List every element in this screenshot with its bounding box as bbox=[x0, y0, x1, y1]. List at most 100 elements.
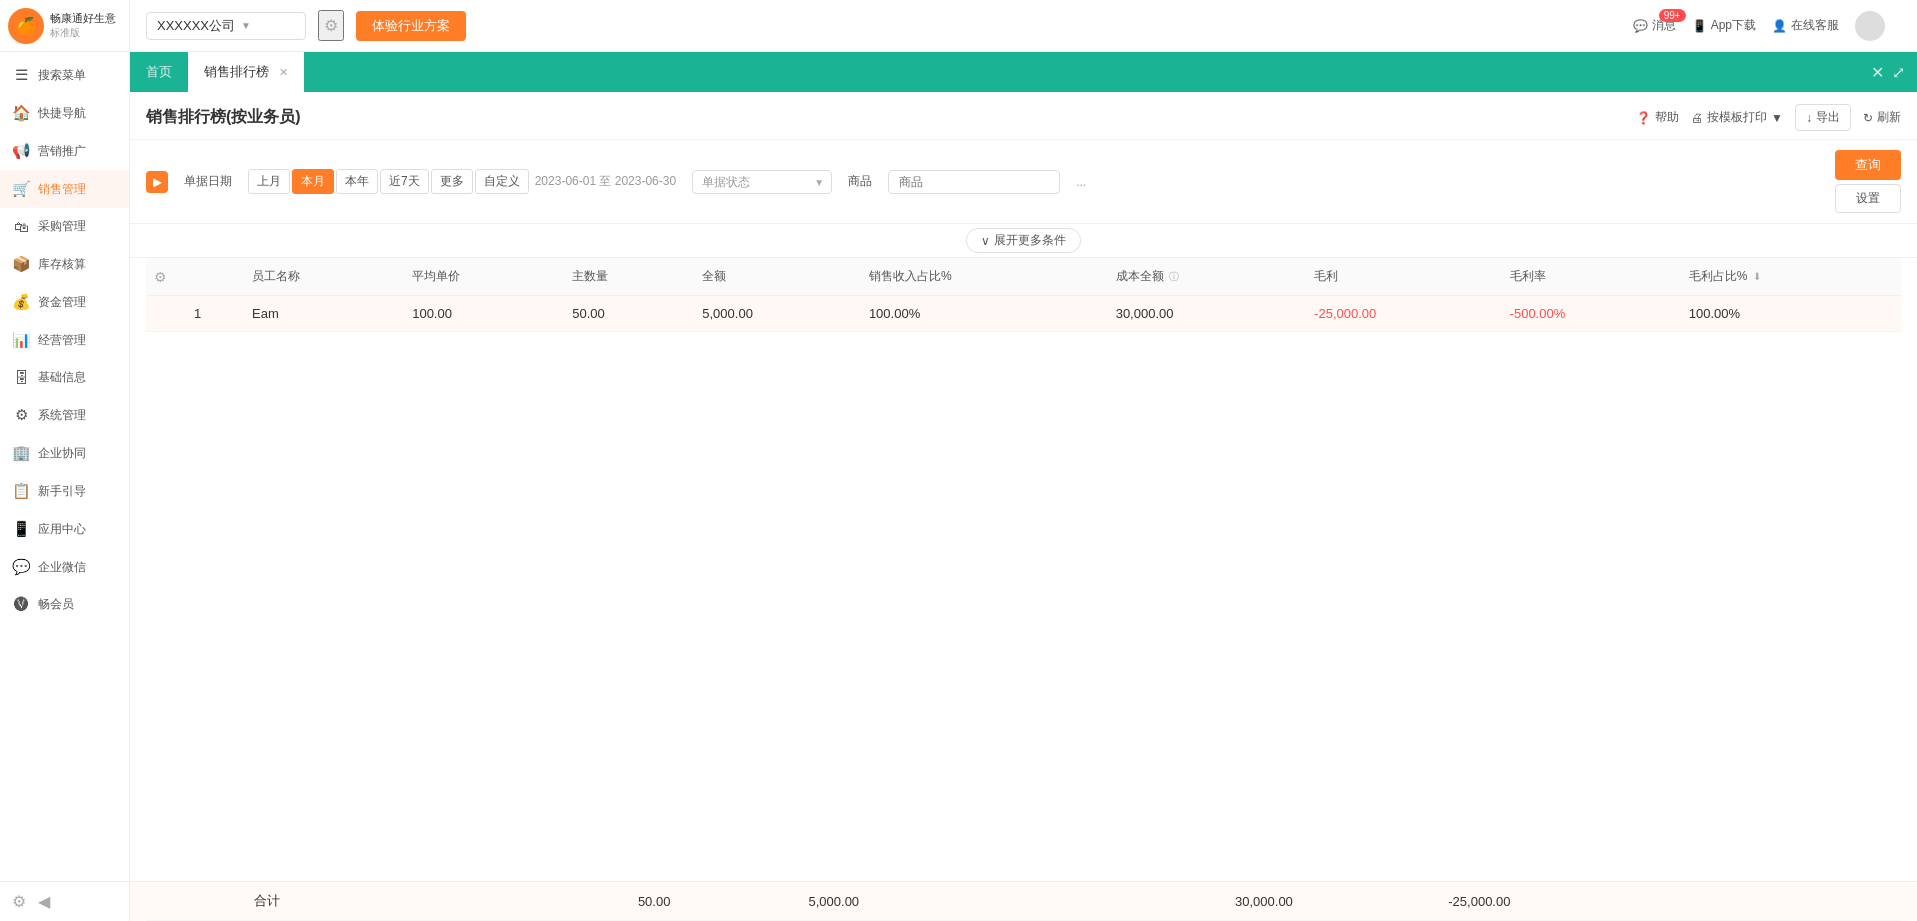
chevron-down-icon: ∨ bbox=[981, 234, 990, 248]
table-wrapper: ⚙ 员工名称 平均单价 主数量 全额 销售收入占比% 成本全额 ⓘ bbox=[130, 258, 1917, 881]
sidebar-bottom: ⚙ ◀ bbox=[0, 881, 129, 921]
home-icon: 🏠 bbox=[12, 104, 30, 122]
page-actions: ❓ 帮助 🖨 按模板打印 ▼ ↓ 导出 ↻ 刷新 bbox=[1636, 104, 1901, 131]
sidebar-item-basic-info[interactable]: 🗄 基础信息 bbox=[0, 359, 129, 396]
goods-input[interactable] bbox=[888, 170, 1060, 194]
expand-more-conditions-button[interactable]: ∨ 展开更多条件 bbox=[966, 228, 1081, 253]
sidebar-item-wechat[interactable]: 💬 企业微信 bbox=[0, 548, 129, 586]
td-settings bbox=[146, 296, 186, 332]
tab-close-icon[interactable]: ✕ bbox=[279, 66, 288, 79]
content-inner: 销售排行榜(按业务员) ❓ 帮助 🖨 按模板打印 ▼ ↓ 导出 bbox=[130, 92, 1917, 921]
column-settings-icon[interactable]: ⚙ bbox=[154, 269, 167, 285]
nav-tabs: 首页 销售排行榜 ✕ ✕ ⤢ bbox=[130, 52, 1917, 92]
th-sales-pct: 销售收入占比% bbox=[861, 258, 1108, 296]
sidebar-item-marketing[interactable]: 📢 营销推广 bbox=[0, 132, 129, 170]
nav-right-buttons: ✕ ⤢ bbox=[1871, 63, 1917, 82]
logo-text: 畅康通好生意 标准版 bbox=[50, 11, 116, 40]
message-button[interactable]: 💬 消息 99+ bbox=[1633, 17, 1676, 34]
main: XXXXXX公司 ▼ ⚙ 体验行业方案 💬 消息 99+ 📱 App下载 👤 在… bbox=[130, 0, 1917, 921]
profit-pct-info-icon: ⬇ bbox=[1753, 271, 1761, 282]
header-right: 💬 消息 99+ 📱 App下载 👤 在线客服 bbox=[1633, 11, 1901, 41]
sidebar-menu: ☰ 搜索菜单 🏠 快捷导航 📢 营销推广 🛒 销售管理 🛍 采购管理 📦 库存核… bbox=[0, 52, 129, 881]
app-download-icon: 📱 bbox=[1692, 19, 1707, 33]
footer-empty2 bbox=[186, 882, 246, 921]
date-btn-last-month[interactable]: 上月 bbox=[248, 169, 290, 194]
refresh-icon: ↻ bbox=[1863, 111, 1873, 125]
sidebar-collapse-icon[interactable]: ◀ bbox=[38, 892, 50, 911]
online-service-icon: 👤 bbox=[1772, 19, 1787, 33]
sidebar: 🍊 畅康通好生意 标准版 ☰ 搜索菜单 🏠 快捷导航 📢 营销推广 🛒 销售管理… bbox=[0, 0, 130, 921]
sidebar-item-member[interactable]: 🅥 畅会员 bbox=[0, 586, 129, 623]
sidebar-item-guide[interactable]: 📋 新手引导 bbox=[0, 472, 129, 510]
refresh-button[interactable]: ↻ 刷新 bbox=[1863, 109, 1901, 126]
system-icon: ⚙ bbox=[12, 406, 30, 424]
table-row: 1 Eam 100.00 50.00 5,000.00 100.00% 30,0… bbox=[146, 296, 1901, 332]
sidebar-item-purchase[interactable]: 🛍 采购管理 bbox=[0, 208, 129, 245]
help-icon: ❓ bbox=[1636, 111, 1651, 125]
header-settings-button[interactable]: ⚙ bbox=[318, 10, 344, 41]
app-download-button[interactable]: 📱 App下载 bbox=[1692, 17, 1756, 34]
sales-icon: 🛒 bbox=[12, 180, 30, 198]
sidebar-item-operations[interactable]: 📊 经营管理 bbox=[0, 321, 129, 359]
help-button[interactable]: ❓ 帮助 bbox=[1636, 109, 1679, 126]
sidebar-item-system[interactable]: ⚙ 系统管理 bbox=[0, 396, 129, 434]
th-total: 全额 bbox=[694, 258, 861, 296]
td-name: Eam bbox=[244, 296, 404, 332]
sidebar-item-app-center[interactable]: 📱 应用中心 bbox=[0, 510, 129, 548]
date-range-text: 2023-06-01 至 2023-06-30 bbox=[535, 173, 676, 190]
logo-icon: 🍊 bbox=[8, 8, 44, 44]
export-button[interactable]: ↓ 导出 bbox=[1795, 104, 1851, 131]
th-profit: 毛利 bbox=[1306, 258, 1502, 296]
purchase-icon: 🛍 bbox=[12, 218, 30, 235]
template-print-button[interactable]: 🖨 按模板打印 ▼ bbox=[1691, 109, 1783, 126]
td-total: 5,000.00 bbox=[694, 296, 861, 332]
finance-icon: 💰 bbox=[12, 293, 30, 311]
sidebar-item-sales[interactable]: 🛒 销售管理 bbox=[0, 170, 129, 208]
date-btn-more[interactable]: 更多 bbox=[431, 169, 473, 194]
enterprise-icon: 🏢 bbox=[12, 444, 30, 462]
th-settings[interactable]: ⚙ bbox=[146, 258, 186, 296]
th-profit-rate: 毛利率 bbox=[1502, 258, 1681, 296]
nav-close-button[interactable]: ✕ bbox=[1871, 63, 1884, 82]
tab-home[interactable]: 首页 bbox=[130, 52, 188, 92]
search-order-icon: ☰ bbox=[12, 66, 30, 84]
company-selector[interactable]: XXXXXX公司 ▼ bbox=[146, 12, 306, 40]
footer-cost: 30,000.00 bbox=[1227, 882, 1440, 921]
settings-row-button[interactable]: 设置 bbox=[1835, 184, 1901, 213]
cost-info-icon: ⓘ bbox=[1169, 271, 1179, 282]
date-label: 单据日期 bbox=[184, 173, 232, 190]
sidebar-item-quick-nav[interactable]: 🏠 快捷导航 bbox=[0, 94, 129, 132]
data-table: ⚙ 员工名称 平均单价 主数量 全额 销售收入占比% 成本全额 ⓘ bbox=[146, 258, 1901, 332]
footer-row: 合计 50.00 5,000.00 30,000.00 -25,000.00 bbox=[146, 882, 1901, 921]
filter-expand-arrow[interactable]: ▶ bbox=[146, 171, 168, 193]
date-btn-custom[interactable]: 自定义 bbox=[475, 169, 529, 194]
sidebar-item-enterprise[interactable]: 🏢 企业协同 bbox=[0, 434, 129, 472]
guide-icon: 📋 bbox=[12, 482, 30, 500]
sidebar-item-inventory[interactable]: 📦 库存核算 bbox=[0, 245, 129, 283]
expand-bar: ∨ 展开更多条件 bbox=[130, 224, 1917, 258]
filter-bar: ▶ 单据日期 上月 本月 本年 近7天 更多 自定义 2023-06-01 至 … bbox=[130, 140, 1917, 224]
sidebar-item-search-order[interactable]: ☰ 搜索菜单 bbox=[0, 56, 129, 94]
date-btn-this-month[interactable]: 本月 bbox=[292, 169, 334, 194]
print-icon: 🖨 bbox=[1691, 111, 1703, 125]
trial-button[interactable]: 体验行业方案 bbox=[356, 11, 466, 41]
date-btn-7days[interactable]: 近7天 bbox=[380, 169, 429, 194]
tab-sales-rank[interactable]: 销售排行榜 ✕ bbox=[188, 52, 304, 92]
inventory-icon: 📦 bbox=[12, 255, 30, 273]
td-cost: 30,000.00 bbox=[1108, 296, 1306, 332]
operations-icon: 📊 bbox=[12, 331, 30, 349]
online-service-button[interactable]: 👤 在线客服 bbox=[1772, 17, 1839, 34]
goods-label: 商品 bbox=[848, 173, 872, 190]
nav-restore-button[interactable]: ⤢ bbox=[1892, 63, 1905, 82]
td-sales-pct: 100.00% bbox=[861, 296, 1108, 332]
query-button[interactable]: 查询 bbox=[1835, 150, 1901, 180]
avatar bbox=[1855, 11, 1885, 41]
date-btn-this-year[interactable]: 本年 bbox=[336, 169, 378, 194]
more-filters-btn[interactable]: ... bbox=[1076, 175, 1086, 189]
status-select[interactable] bbox=[692, 170, 832, 194]
sidebar-settings-icon[interactable]: ⚙ bbox=[12, 892, 26, 911]
sidebar-item-finance[interactable]: 💰 资金管理 bbox=[0, 283, 129, 321]
th-profit-pct: 毛利占比% ⬇ bbox=[1681, 258, 1901, 296]
footer-total: 5,000.00 bbox=[800, 882, 1013, 921]
footer-empty bbox=[146, 882, 186, 921]
